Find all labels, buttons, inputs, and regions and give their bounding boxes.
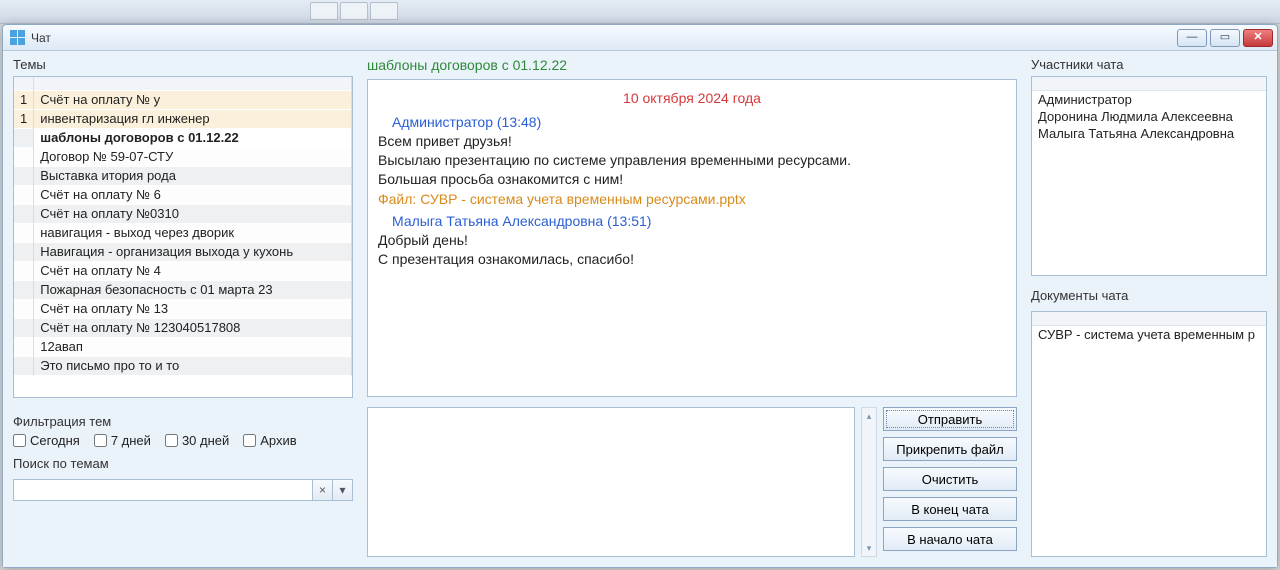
topic-title: Выставка итория рода — [34, 166, 352, 185]
topic-title: Это письмо про то и то — [34, 356, 352, 375]
topic-row[interactable]: Счёт на оплату № 123040517808 — [14, 318, 352, 337]
bg-tab — [340, 2, 368, 20]
topic-row[interactable]: Счёт на оплату №0310 — [14, 204, 352, 223]
topic-title: Договор № 59-07-СТУ — [34, 147, 352, 166]
chat-date-header: 10 октября 2024 года — [378, 90, 1006, 106]
topic-title: Счёт на оплату № у — [34, 90, 352, 109]
topic-unread-count — [14, 185, 34, 204]
reply-textarea[interactable] — [367, 407, 855, 557]
topic-row[interactable]: Навигация - организация выхода у кухонь — [14, 242, 352, 261]
search-label: Поиск по темам — [13, 456, 353, 471]
titlebar[interactable]: Чат — ▭ ✕ — [3, 25, 1277, 51]
participant-item[interactable]: Доронина Людмила Алексеевна — [1032, 108, 1266, 125]
topic-row[interactable]: Выставка итория рода — [14, 166, 352, 185]
bg-tab — [370, 2, 398, 20]
chat-window: Чат — ▭ ✕ Темы 1Счёт на оплату № у1инвен… — [2, 24, 1278, 568]
topic-title: Счёт на оплату № 4 — [34, 261, 352, 280]
topic-unread-count: 1 — [14, 109, 34, 128]
topic-row[interactable]: Счёт на оплату № 13 — [14, 299, 352, 318]
filter-month[interactable]: 30 дней — [165, 433, 229, 448]
documents-list[interactable]: СУВР - система учета временным р — [1031, 311, 1267, 557]
topic-title: Счёт на оплату № 6 — [34, 185, 352, 204]
topic-title: навигация - выход через дворик — [34, 223, 352, 242]
filter-archive[interactable]: Архив — [243, 433, 296, 448]
participants-label: Участники чата — [1031, 57, 1267, 72]
topic-row[interactable]: Пожарная безопасность с 01 марта 23 — [14, 280, 352, 299]
message-line: Добрый день! — [378, 231, 1006, 250]
app-icon — [9, 30, 25, 46]
clear-button[interactable]: Очистить — [883, 467, 1017, 491]
search-input[interactable] — [13, 479, 313, 501]
background-tabstrip — [0, 0, 1280, 24]
topic-title: Пожарная безопасность с 01 марта 23 — [34, 280, 352, 299]
topic-title: 12авап — [34, 337, 352, 356]
topic-unread-count: 1 — [14, 90, 34, 109]
minimize-button[interactable]: — — [1177, 29, 1207, 47]
topic-row[interactable]: Счёт на оплату № 6 — [14, 185, 352, 204]
topic-title: Счёт на оплату №0310 — [34, 204, 352, 223]
message-line: С презентация ознакомилась, спасибо! — [378, 250, 1006, 269]
window-title: Чат — [31, 31, 51, 45]
reply-scrollbar[interactable]: ▴ ▾ — [861, 407, 877, 557]
filter-today[interactable]: Сегодня — [13, 433, 80, 448]
topic-row[interactable]: шаблоны договоров с 01.12.22 — [14, 128, 352, 147]
participant-item[interactable]: Администратор — [1032, 91, 1266, 108]
topic-row[interactable]: Счёт на оплату № 4 — [14, 261, 352, 280]
message-header: Администратор (13:48) — [392, 114, 1006, 130]
topic-unread-count — [14, 166, 34, 185]
maximize-button[interactable]: ▭ — [1210, 29, 1240, 47]
filter-label: Фильтрация тем — [13, 414, 353, 429]
message-line: Высылаю презентацию по системе управлени… — [378, 151, 1006, 170]
topic-unread-count — [14, 280, 34, 299]
topic-row[interactable]: 12авап — [14, 337, 352, 356]
message-header: Малыга Татьяна Александровна (13:51) — [392, 213, 1006, 229]
scroll-up-icon[interactable]: ▴ — [862, 408, 876, 424]
topic-row[interactable]: Это письмо про то и то — [14, 356, 352, 375]
topic-unread-count — [14, 204, 34, 223]
topic-title: шаблоны договоров с 01.12.22 — [34, 128, 352, 147]
topic-unread-count — [14, 299, 34, 318]
message-attachment[interactable]: Файл: СУВР - система учета временным рес… — [378, 191, 1006, 207]
topic-unread-count — [14, 242, 34, 261]
topic-unread-count — [14, 128, 34, 147]
search-clear-button[interactable]: × — [313, 479, 333, 501]
active-chat-title: шаблоны договоров с 01.12.22 — [367, 57, 1017, 73]
topic-title: Навигация - организация выхода у кухонь — [34, 242, 352, 261]
topic-title: Счёт на оплату № 123040517808 — [34, 318, 352, 337]
documents-label: Документы чата — [1031, 288, 1267, 303]
message-line: Всем привет друзья! — [378, 132, 1006, 151]
topic-title: Счёт на оплату № 13 — [34, 299, 352, 318]
topic-unread-count — [14, 356, 34, 375]
search-dropdown-button[interactable]: ▾ — [333, 479, 353, 501]
scroll-down-icon[interactable]: ▾ — [862, 540, 876, 556]
send-button[interactable]: Отправить — [883, 407, 1017, 431]
document-item[interactable]: СУВР - система учета временным р — [1032, 326, 1266, 343]
topic-row[interactable]: Договор № 59-07-СТУ — [14, 147, 352, 166]
topic-unread-count — [14, 337, 34, 356]
topic-row[interactable]: навигация - выход через дворик — [14, 223, 352, 242]
to-start-button[interactable]: В начало чата — [883, 527, 1017, 551]
participants-list[interactable]: АдминистраторДоронина Людмила Алексеевна… — [1031, 76, 1267, 276]
topic-unread-count — [14, 318, 34, 337]
to-end-button[interactable]: В конец чата — [883, 497, 1017, 521]
message-line: Большая просьба ознакомится с ним! — [378, 170, 1006, 189]
bg-tab — [310, 2, 338, 20]
chat-log[interactable]: 10 октября 2024 года Администратор (13:4… — [367, 79, 1017, 397]
topics-list[interactable]: 1Счёт на оплату № у1инвентаризация гл ин… — [13, 76, 353, 398]
participant-item[interactable]: Малыга Татьяна Александровна — [1032, 125, 1266, 142]
topic-unread-count — [14, 147, 34, 166]
topics-label: Темы — [13, 57, 353, 72]
close-button[interactable]: ✕ — [1243, 29, 1273, 47]
topic-row[interactable]: 1инвентаризация гл инженер — [14, 109, 352, 128]
attach-button[interactable]: Прикрепить файл — [883, 437, 1017, 461]
topic-row[interactable]: 1Счёт на оплату № у — [14, 90, 352, 109]
topic-title: инвентаризация гл инженер — [34, 109, 352, 128]
filter-week[interactable]: 7 дней — [94, 433, 151, 448]
topic-unread-count — [14, 261, 34, 280]
topic-unread-count — [14, 223, 34, 242]
